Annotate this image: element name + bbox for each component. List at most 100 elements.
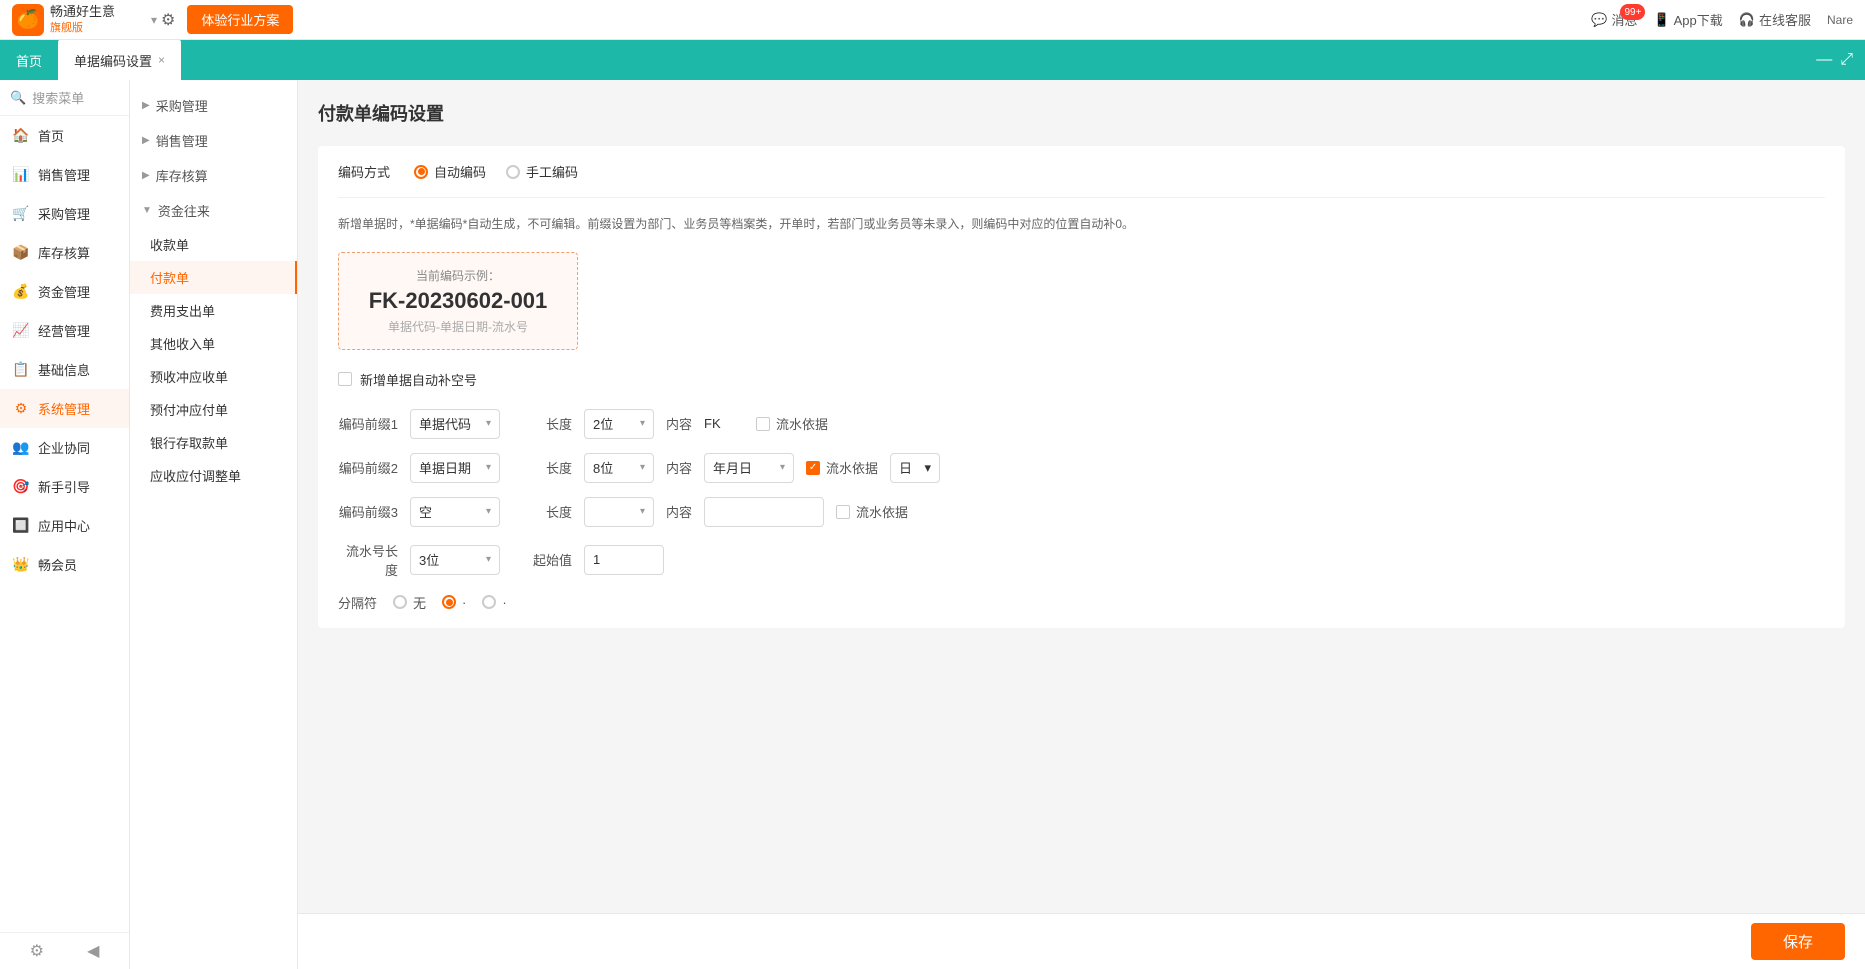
sub-group-capital-title[interactable]: ▼ 资金往来 xyxy=(130,193,297,228)
sidebar-item-inventory[interactable]: 📦 库存核算 xyxy=(0,233,129,272)
purchase-icon: 🛒 xyxy=(12,205,30,223)
sidebar-item-label: 首页 xyxy=(38,126,64,145)
sidebar-item-sales[interactable]: 📊 销售管理 xyxy=(0,155,129,194)
sub-group-sales-title[interactable]: ▶ 销售管理 xyxy=(130,123,297,158)
sidebar-item-member[interactable]: 👑 畅会员 xyxy=(0,545,129,584)
manual-radio[interactable]: 手工编码 xyxy=(506,162,578,181)
tab-home[interactable]: 首页 xyxy=(0,40,58,80)
user-info[interactable]: Nare xyxy=(1827,13,1853,27)
sub-group-inventory-title[interactable]: ▶ 库存核算 xyxy=(130,158,297,193)
sidebar-item-label: 采购管理 xyxy=(38,204,90,223)
sep-dash-radio[interactable]: · xyxy=(482,595,506,610)
prefix2-select[interactable]: 单据日期 ▾ xyxy=(410,453,500,483)
sidebar-item-label: 经营管理 xyxy=(38,321,90,340)
sidebar-item-enterprise[interactable]: 👥 企业协同 xyxy=(0,428,129,467)
serial-length-select[interactable]: 3位 ▾ xyxy=(410,545,500,575)
length2-label: 长度 xyxy=(512,458,572,477)
day-value: 日 xyxy=(899,458,912,477)
download-icon: 📱 xyxy=(1653,12,1669,28)
tab-minimize-button[interactable]: — xyxy=(1816,51,1832,69)
serial-length-value: 3位 xyxy=(419,550,439,569)
sidebar-item-home[interactable]: 🏠 首页 xyxy=(0,116,129,155)
sidebar-collapse-icon[interactable]: ◀ xyxy=(87,941,99,961)
auto-fill-checkbox[interactable] xyxy=(338,372,352,386)
sidebar-item-operation[interactable]: 📈 经营管理 xyxy=(0,311,129,350)
sidebar-item-system[interactable]: ⚙ 系统管理 xyxy=(0,389,129,428)
prefix1-row: 编码前缀1 单据代码 ▾ 长度 2位 ▾ 内容 FK xyxy=(338,409,1825,439)
content-area: ▶ 采购管理 ▶ 销售管理 ▶ 库存核算 ▼ 资金往来 xyxy=(130,80,1865,969)
topbar-nav-item[interactable] xyxy=(131,16,147,24)
operation-icon: 📈 xyxy=(12,322,30,340)
preview-box: 当前编码示例： FK-20230602-001 单据代码-单据日期-流水号 xyxy=(338,252,578,350)
sub-item-prepay-payable[interactable]: 预付冲应付单 xyxy=(130,393,297,426)
sub-item-receipt[interactable]: 收款单 xyxy=(130,228,297,261)
sep-none-circle xyxy=(393,595,407,609)
sidebar-item-basic[interactable]: 📋 基础信息 xyxy=(0,350,129,389)
sidebar-item-guide[interactable]: 🎯 新手引导 xyxy=(0,467,129,506)
separator-row: 分隔符 无 · · xyxy=(338,593,1825,612)
tab-expand-button[interactable]: ⤢ xyxy=(1840,51,1853,69)
sidebar-item-label: 应用中心 xyxy=(38,516,90,535)
water2-checkbox[interactable]: ✓ 流水依据 xyxy=(806,458,878,477)
sub-group-label: 采购管理 xyxy=(156,96,208,115)
online-service-button[interactable]: 🎧 在线客服 xyxy=(1739,10,1811,29)
messages-button[interactable]: 💬 消息 99+ xyxy=(1591,10,1637,29)
sub-group-purchase-title[interactable]: ▶ 采购管理 xyxy=(130,88,297,123)
length1-select[interactable]: 2位 ▾ xyxy=(584,409,654,439)
sidebar-item-finance[interactable]: 💰 资金管理 xyxy=(0,272,129,311)
logo-icon: 🍊 xyxy=(12,4,44,36)
cta-button[interactable]: 体验行业方案 xyxy=(187,5,293,34)
sidebar-item-label: 资金管理 xyxy=(38,282,90,301)
enterprise-icon: 👥 xyxy=(12,439,30,457)
day-select[interactable]: 日 ▾ xyxy=(890,453,940,483)
sep-none-radio[interactable]: 无 xyxy=(393,593,426,612)
serial-arrow: ▾ xyxy=(486,554,491,565)
prefix1-select[interactable]: 单据代码 ▾ xyxy=(410,409,500,439)
auto-fill-row: 新增单据自动补空号 xyxy=(338,370,1825,389)
tab-close-icon[interactable]: × xyxy=(158,53,165,67)
start-value-input[interactable] xyxy=(584,545,664,575)
sub-item-adjust[interactable]: 应收应付调整单 xyxy=(130,459,297,492)
water3-label: 流水依据 xyxy=(856,502,908,521)
sidebar-item-apps[interactable]: 🔲 应用中心 xyxy=(0,506,129,545)
sidebar: 🔍 搜索菜单 🏠 首页 📊 销售管理 🛒 采购管理 📦 库存核算 💰 资金管理 … xyxy=(0,80,130,969)
auto-radio[interactable]: 自动编码 xyxy=(414,162,486,181)
sub-item-payment[interactable]: 付款单 xyxy=(130,261,297,294)
sub-item-income[interactable]: 其他收入单 xyxy=(130,327,297,360)
sub-item-prepay-receivable[interactable]: 预收冲应收单 xyxy=(130,360,297,393)
length2-select[interactable]: 8位 ▾ xyxy=(584,453,654,483)
content2-value: 年月日 xyxy=(713,458,752,477)
tab-encoding-settings[interactable]: 单据编码设置 × xyxy=(58,40,181,80)
sub-item-bank[interactable]: 银行存取款单 xyxy=(130,426,297,459)
length2-arrow: ▾ xyxy=(640,462,645,473)
sidebar-settings-icon[interactable]: ⚙ xyxy=(30,941,44,961)
content1-value: FK xyxy=(704,416,744,431)
sep-dash-circle xyxy=(482,595,496,609)
settings-icon[interactable]: ⚙ xyxy=(161,10,175,30)
guide-icon: 🎯 xyxy=(12,478,30,496)
content3-input[interactable] xyxy=(704,497,824,527)
save-button[interactable]: 保存 xyxy=(1751,923,1845,960)
sub-group-capital: ▼ 资金往来 收款单 付款单 费用支出单 其他收入单 预收冲应收单 预付冲应付单… xyxy=(130,193,297,492)
length1-arrow: ▾ xyxy=(640,418,645,429)
arrow-right-icon: ▶ xyxy=(142,170,150,181)
water3-checkbox[interactable]: 流水依据 xyxy=(836,502,908,521)
length3-label: 长度 xyxy=(512,502,572,521)
sidebar-search[interactable]: 🔍 搜索菜单 xyxy=(0,80,129,116)
auto-radio-circle xyxy=(414,165,428,179)
content2-select[interactable]: 年月日 ▾ xyxy=(704,453,794,483)
sep-dot-radio[interactable]: · xyxy=(442,595,466,610)
topbar-nav: ▾ ⚙ xyxy=(131,10,175,30)
app-download-button[interactable]: 📱 App下载 xyxy=(1653,10,1722,29)
sub-group-label: 库存核算 xyxy=(156,166,208,185)
content2-arrow: ▾ xyxy=(780,462,785,473)
water2-label: 流水依据 xyxy=(826,458,878,477)
apps-icon: 🔲 xyxy=(12,517,30,535)
water1-checkbox[interactable]: 流水依据 xyxy=(756,414,828,433)
length3-select[interactable]: ▾ xyxy=(584,497,654,527)
basic-icon: 📋 xyxy=(12,361,30,379)
prefix3-select[interactable]: 空 ▾ xyxy=(410,497,500,527)
sidebar-item-purchase[interactable]: 🛒 采购管理 xyxy=(0,194,129,233)
settings-box: 编码方式 自动编码 手工编码 xyxy=(318,146,1845,628)
sub-item-expense[interactable]: 费用支出单 xyxy=(130,294,297,327)
